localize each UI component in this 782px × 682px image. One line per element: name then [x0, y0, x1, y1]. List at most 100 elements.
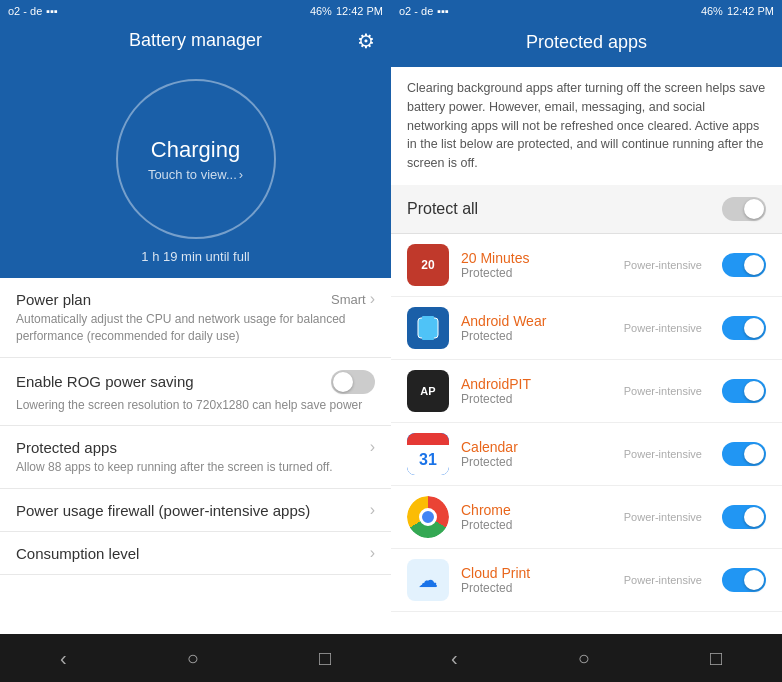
right-header: Protected apps	[391, 22, 782, 67]
calendar-header	[407, 433, 449, 445]
nav-recent-icon[interactable]: □	[319, 647, 331, 670]
toggle-androidpit[interactable]	[722, 379, 766, 403]
app-info-chrome: Chrome Protected	[461, 502, 612, 532]
menu-item-power-plan[interactable]: Power plan Smart › Automatically adjust …	[0, 278, 391, 358]
left-carrier: o2 - de	[8, 5, 42, 17]
chrome-circle	[407, 496, 449, 538]
protect-all-label: Protect all	[407, 200, 478, 218]
left-status-bar-left: o2 - de ▪▪▪	[8, 5, 58, 17]
chrome-inner	[419, 508, 437, 526]
smart-label: Smart	[331, 292, 366, 307]
menu-power-plan-title: Power plan	[16, 291, 91, 308]
chevron-icon-firewall: ›	[370, 501, 375, 519]
toggle-cloud-print[interactable]	[722, 568, 766, 592]
right-carrier: o2 - de	[399, 5, 433, 17]
chevron-icon-protected: ›	[370, 438, 375, 456]
settings-icon[interactable]: ⚙	[357, 29, 375, 53]
menu-protected-desc: Allow 88 apps to keep running after the …	[16, 459, 375, 476]
app-info-cloud-print: Cloud Print Protected	[461, 565, 612, 595]
power-label-chrome: Power-intensive	[624, 511, 702, 523]
androidpit-icon-text: AP	[420, 385, 435, 397]
toggle-android-wear[interactable]	[722, 316, 766, 340]
right-status-bar-left: o2 - de ▪▪▪	[399, 5, 449, 17]
left-app-header: Battery manager ⚙	[0, 22, 391, 59]
calendar-body: 31	[407, 445, 449, 475]
left-status-bar: o2 - de ▪▪▪ 46% 12:42 PM	[0, 0, 391, 22]
app-item-cloud-print[interactable]: ☁ Cloud Print Protected Power-intensive	[391, 549, 782, 612]
apps-list: 20 20 Minutes Protected Power-intensive …	[391, 234, 782, 634]
description-box: Clearing background apps after turning o…	[391, 67, 782, 185]
right-header-title: Protected apps	[407, 32, 766, 53]
nav-back-icon[interactable]: ‹	[60, 647, 67, 670]
charging-circle[interactable]: Charging Touch to view... ›	[116, 79, 276, 239]
cloud-print-icon-text: ☁	[418, 568, 438, 592]
app-item-calendar[interactable]: 31 Calendar Protected Power-intensive	[391, 423, 782, 486]
app-icon-chrome	[407, 496, 449, 538]
left-signal-icon: ▪▪▪	[46, 5, 58, 17]
android-wear-svg	[414, 314, 442, 342]
app-item-androidpit[interactable]: AP AndroidPIT Protected Power-intensive	[391, 360, 782, 423]
app-name-cloud-print: Cloud Print	[461, 565, 612, 581]
svg-rect-2	[422, 336, 434, 340]
app-icon-20min: 20	[407, 244, 449, 286]
toggle-chrome[interactable]	[722, 505, 766, 529]
protect-all-toggle[interactable]	[722, 197, 766, 221]
menu-item-rog[interactable]: Enable ROG power saving Lowering the scr…	[0, 358, 391, 427]
time-until-full: 1 h 19 min until full	[0, 249, 391, 278]
right-battery-pct: 46%	[701, 5, 723, 17]
menu-protected-title: Protected apps	[16, 439, 117, 456]
app-status-chrome: Protected	[461, 518, 612, 532]
app-icon-cloud-print: ☁	[407, 559, 449, 601]
left-time: 12:42 PM	[336, 5, 383, 17]
menu-rog-desc: Lowering the screen resolution to 720x12…	[16, 397, 375, 414]
menu-item-consumption[interactable]: Consumption level ›	[0, 532, 391, 575]
touch-to-view[interactable]: Touch to view... ›	[148, 167, 243, 182]
right-panel: o2 - de ▪▪▪ 46% 12:42 PM Protected apps …	[391, 0, 782, 682]
left-header-title: Battery manager	[129, 30, 262, 51]
menu-item-firewall[interactable]: Power usage firewall (power-intensive ap…	[0, 489, 391, 532]
menu-firewall-title: Power usage firewall (power-intensive ap…	[16, 502, 310, 519]
app-name-androidpit: AndroidPIT	[461, 376, 612, 392]
calendar-date: 31	[419, 451, 437, 469]
menu-item-protected-apps[interactable]: Protected apps › Allow 88 apps to keep r…	[0, 426, 391, 489]
app-name-20min: 20 Minutes	[461, 250, 612, 266]
toggle-calendar[interactable]	[722, 442, 766, 466]
app-item-chrome[interactable]: Chrome Protected Power-intensive	[391, 486, 782, 549]
left-bottom-nav: ‹ ○ □	[0, 634, 391, 682]
left-battery-pct: 46%	[310, 5, 332, 17]
app-icon-android-wear	[407, 307, 449, 349]
power-label-20min: Power-intensive	[624, 259, 702, 271]
rog-toggle[interactable]	[331, 370, 375, 394]
toggle-20min[interactable]	[722, 253, 766, 277]
app-icon-androidpit: AP	[407, 370, 449, 412]
menu-consumption-title: Consumption level	[16, 545, 139, 562]
menu-power-plan-desc: Automatically adjust the CPU and network…	[16, 311, 375, 345]
app-info-android-wear: Android Wear Protected	[461, 313, 612, 343]
charging-circle-container: Charging Touch to view... ›	[0, 59, 391, 249]
nav-home-icon[interactable]: ○	[187, 647, 199, 670]
right-bottom-nav: ‹ ○ □	[391, 634, 782, 682]
20min-icon-text: 20	[421, 258, 434, 272]
power-label-androidpit: Power-intensive	[624, 385, 702, 397]
app-name-calendar: Calendar	[461, 439, 612, 455]
right-nav-back-icon[interactable]: ‹	[451, 647, 458, 670]
chevron-right-icon: ›	[239, 167, 243, 182]
right-status-bar: o2 - de ▪▪▪ 46% 12:42 PM	[391, 0, 782, 22]
menu-power-plan-right: Smart ›	[331, 290, 375, 308]
app-item-android-wear[interactable]: Android Wear Protected Power-intensive	[391, 297, 782, 360]
app-status-cloud-print: Protected	[461, 581, 612, 595]
power-label-android-wear: Power-intensive	[624, 322, 702, 334]
app-name-chrome: Chrome	[461, 502, 612, 518]
right-nav-recent-icon[interactable]: □	[710, 647, 722, 670]
chevron-icon-power-plan: ›	[370, 290, 375, 308]
protect-all-row: Protect all	[391, 185, 782, 234]
app-icon-calendar: 31	[407, 433, 449, 475]
right-nav-home-icon[interactable]: ○	[578, 647, 590, 670]
right-time: 12:42 PM	[727, 5, 774, 17]
app-item-20min[interactable]: 20 20 Minutes Protected Power-intensive	[391, 234, 782, 297]
chevron-icon-consumption: ›	[370, 544, 375, 562]
app-info-androidpit: AndroidPIT Protected	[461, 376, 612, 406]
left-panel: o2 - de ▪▪▪ 46% 12:42 PM Battery manager…	[0, 0, 391, 682]
app-info-20min: 20 Minutes Protected	[461, 250, 612, 280]
menu-rog-title: Enable ROG power saving	[16, 373, 194, 390]
